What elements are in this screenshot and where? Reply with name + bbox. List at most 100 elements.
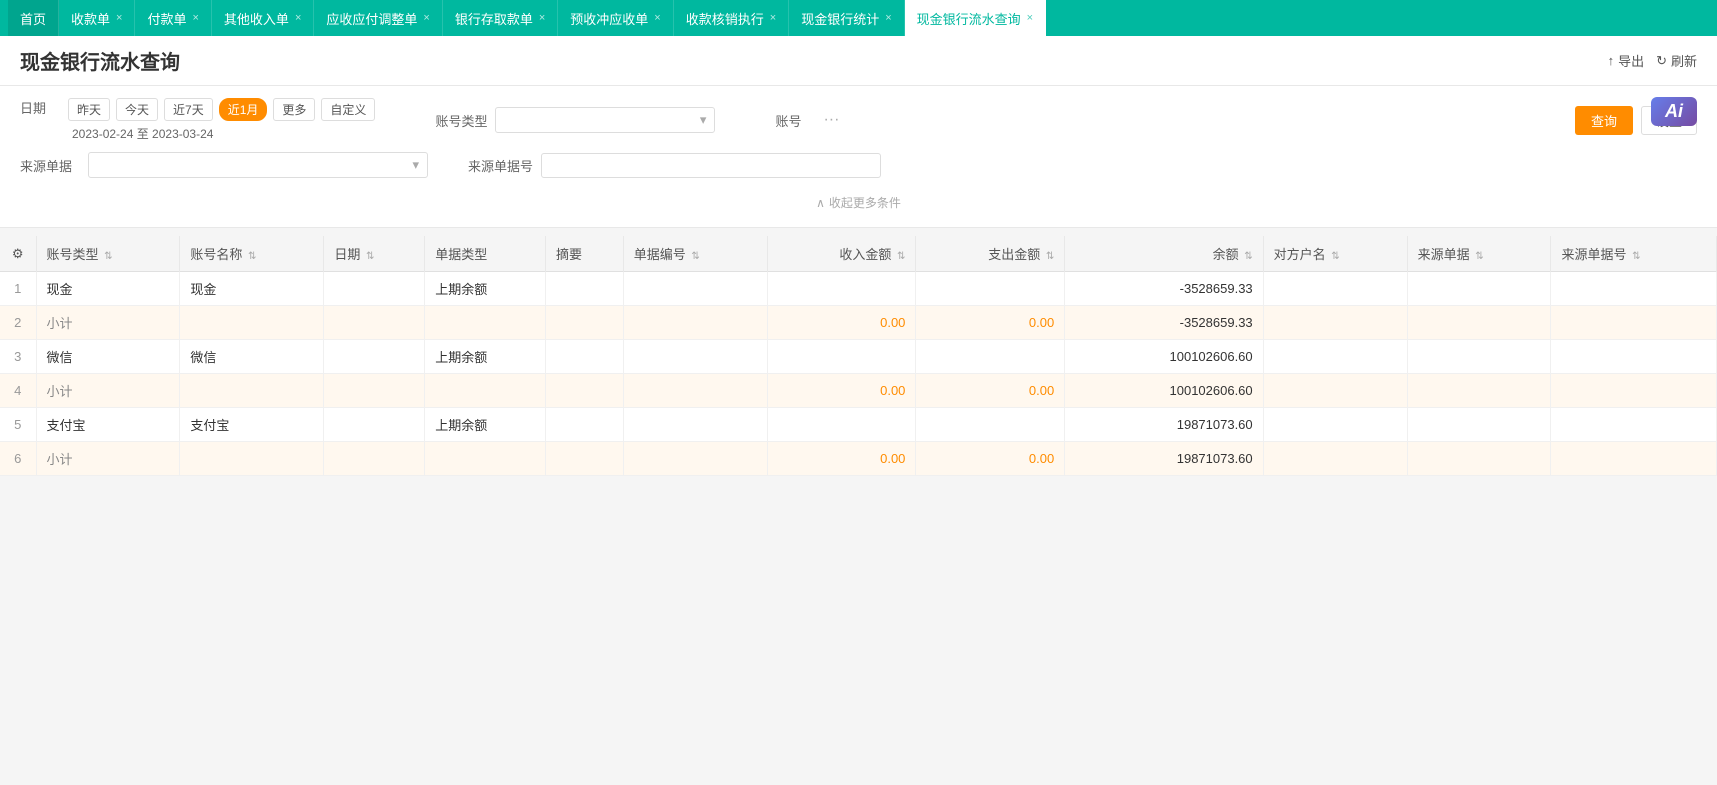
sort-icon[interactable]: ⇅ (1331, 251, 1339, 262)
source-doc-filter: 来源单据 ▾ (20, 152, 428, 178)
col-expense: 支出金额 ⇅ (916, 236, 1065, 272)
nav-tab-yinhang[interactable]: 银行存取款单 × (443, 0, 558, 36)
col-source-doc-no: 来源单据号 ⇅ (1551, 236, 1717, 272)
cell-balance: 100102606.60 (1065, 340, 1263, 374)
account-dots[interactable]: ··· (823, 111, 839, 129)
cell-source-doc (1407, 374, 1551, 408)
cell-doc-type (425, 374, 546, 408)
nav-tab-shoukuancore[interactable]: 收款核销执行 × (674, 0, 789, 36)
data-table: ⚙ 账号类型 ⇅ 账号名称 ⇅ 日期 ⇅ 单据类型 摘要 (0, 236, 1717, 476)
nav-tab-qita[interactable]: 其他收入单 × (212, 0, 314, 36)
cell-counterpart (1263, 272, 1407, 306)
cell-summary (545, 272, 623, 306)
row-number: 6 (0, 442, 36, 476)
table-row: 4 小计 0.00 0.00 100102606.60 (0, 374, 1717, 408)
ai-badge[interactable]: Ai (1651, 97, 1697, 126)
close-icon[interactable]: × (116, 12, 122, 24)
col-balance: 余额 ⇅ (1065, 236, 1263, 272)
cell-counterpart (1263, 442, 1407, 476)
nav-tab-xianjin-query[interactable]: 现金银行流水查询 × (905, 0, 1046, 36)
close-icon[interactable]: × (423, 12, 429, 24)
sort-icon[interactable]: ⇅ (1632, 251, 1640, 262)
export-button[interactable]: ↑ 导出 (1608, 51, 1645, 70)
date-btn-yesterday[interactable]: 昨天 (68, 98, 110, 121)
account-type-filter: 账号类型 ▾ (435, 107, 715, 133)
col-counterpart: 对方户名 ⇅ (1263, 236, 1407, 272)
table-row: 6 小计 0.00 0.00 19871073.60 (0, 442, 1717, 476)
chevron-down-icon: ▾ (700, 112, 707, 128)
refresh-button[interactable]: ↻ 刷新 (1656, 51, 1697, 70)
cell-source-doc-no (1551, 272, 1717, 306)
account-label: 账号 (775, 111, 815, 130)
cell-summary (545, 340, 623, 374)
cell-doc-no (623, 340, 767, 374)
cell-summary (545, 408, 623, 442)
data-table-area: ⚙ 账号类型 ⇅ 账号名称 ⇅ 日期 ⇅ 单据类型 摘要 (0, 236, 1717, 476)
sort-icon[interactable]: ⇅ (366, 251, 374, 262)
row-number: 2 (0, 306, 36, 340)
cell-source-doc (1407, 340, 1551, 374)
date-btn-7days[interactable]: 近7天 (164, 98, 213, 121)
cell-expense (916, 272, 1065, 306)
nav-tab-fukuan[interactable]: 付款单 × (135, 0, 211, 36)
col-account-name: 账号名称 ⇅ (180, 236, 324, 272)
date-btn-1month[interactable]: 近1月 (219, 98, 268, 121)
cell-counterpart (1263, 340, 1407, 374)
cell-source-doc-no (1551, 374, 1717, 408)
cell-account-type: 支付宝 (36, 408, 180, 442)
query-button[interactable]: 查询 (1575, 106, 1633, 135)
cell-account-type: 微信 (36, 340, 180, 374)
sort-icon[interactable]: ⇅ (248, 251, 256, 262)
cell-income (767, 272, 916, 306)
row-number: 1 (0, 272, 36, 306)
cell-date (324, 272, 425, 306)
sort-icon[interactable]: ⇅ (1046, 251, 1054, 262)
cell-income: 0.00 (767, 374, 916, 408)
cell-source-doc (1407, 442, 1551, 476)
table-row: 1 现金 现金 上期余额 -3528659.33 (0, 272, 1717, 306)
nav-home[interactable]: 首页 (8, 0, 59, 36)
collapse-filters-button[interactable]: ∧ 收起更多条件 (20, 188, 1697, 215)
account-type-select[interactable]: ▾ (495, 107, 715, 133)
nav-tab-xianjin-stat[interactable]: 现金银行统计 × (789, 0, 904, 36)
close-icon[interactable]: × (885, 12, 891, 24)
cell-income (767, 408, 916, 442)
nav-tab-shoukuan[interactable]: 收款单 × (59, 0, 135, 36)
export-icon: ↑ (1608, 53, 1615, 68)
source-doc-select[interactable]: ▾ (88, 152, 428, 178)
cell-source-doc (1407, 408, 1551, 442)
close-icon[interactable]: × (770, 12, 776, 24)
sort-icon[interactable]: ⇅ (897, 251, 905, 262)
sort-icon[interactable]: ⇅ (104, 251, 112, 262)
page-header: 现金银行流水查询 ↑ 导出 ↻ 刷新 (0, 36, 1717, 86)
chevron-down-icon: ▾ (412, 157, 419, 173)
filter-area: 日期 昨天 今天 近7天 近1月 更多 自定义 2023-02-24 至 202… (0, 86, 1717, 228)
cell-doc-type (425, 306, 546, 340)
close-icon[interactable]: × (192, 12, 198, 24)
close-icon[interactable]: × (539, 12, 545, 24)
date-btn-custom[interactable]: 自定义 (321, 98, 375, 121)
sort-icon[interactable]: ⇅ (1475, 251, 1483, 262)
close-icon[interactable]: × (654, 12, 660, 24)
date-btn-more[interactable]: 更多 (273, 98, 315, 121)
source-doc-label: 来源单据 (20, 156, 80, 175)
close-icon[interactable]: × (295, 12, 301, 24)
cell-account-type: 现金 (36, 272, 180, 306)
cell-balance: -3528659.33 (1065, 306, 1263, 340)
col-settings[interactable]: ⚙ (0, 236, 36, 272)
row-number: 3 (0, 340, 36, 374)
date-btn-today[interactable]: 今天 (116, 98, 158, 121)
source-doc-no-input[interactable] (541, 153, 881, 178)
cell-doc-no (623, 442, 767, 476)
cell-expense: 0.00 (916, 442, 1065, 476)
cell-doc-no (623, 408, 767, 442)
cell-doc-type (425, 442, 546, 476)
sort-icon[interactable]: ⇅ (691, 251, 699, 262)
nav-tab-yingshou[interactable]: 应收应付调整单 × (314, 0, 442, 36)
cell-balance: 100102606.60 (1065, 374, 1263, 408)
sort-icon[interactable]: ⇅ (1244, 251, 1252, 262)
cell-summary (545, 374, 623, 408)
col-summary: 摘要 (545, 236, 623, 272)
close-icon[interactable]: × (1027, 12, 1033, 24)
nav-tab-yushou[interactable]: 预收冲应收单 × (558, 0, 673, 36)
